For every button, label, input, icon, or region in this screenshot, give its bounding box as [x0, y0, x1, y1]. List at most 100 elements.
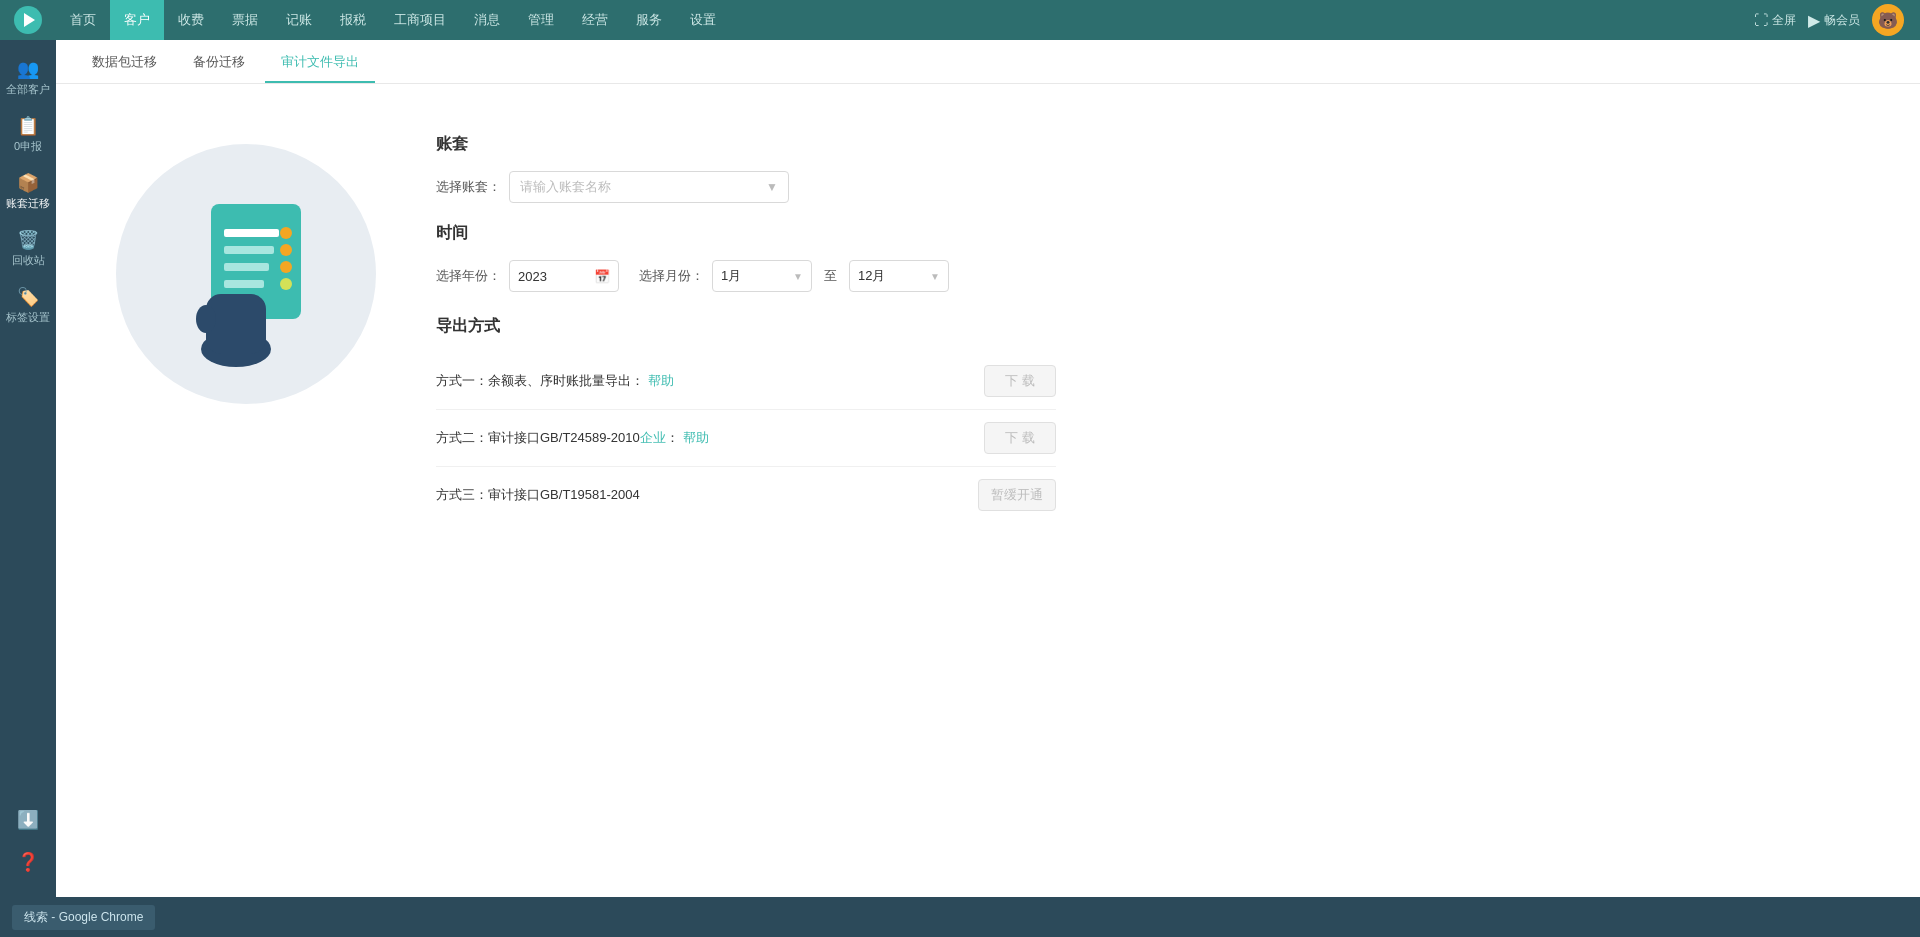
- year-value: 2023: [518, 269, 547, 284]
- tag-settings-icon: 🏷️: [17, 288, 39, 306]
- method3-vip-button[interactable]: 暂缓开通: [978, 479, 1056, 511]
- account-select[interactable]: 请输入账套名称 ▼: [509, 171, 789, 203]
- month-end-value: 12月: [858, 267, 885, 285]
- time-row: 选择年份： 2023 📅 选择月份： 1月 ▼ 至 12月 ▼: [436, 260, 1056, 292]
- nav-home[interactable]: 首页: [56, 0, 110, 40]
- sidebar-label-tag-settings: 标签设置: [6, 310, 50, 325]
- svg-rect-6: [224, 280, 264, 288]
- month-label: 选择月份：: [639, 267, 704, 285]
- method3-label: 方式三：审计接口GB/T19581-2004: [436, 487, 640, 502]
- nav-invoice[interactable]: 票据: [218, 0, 272, 40]
- section-title-account: 账套: [436, 134, 1056, 155]
- taskbar: 线索 - Google Chrome: [0, 897, 1920, 937]
- nav-operation[interactable]: 经营: [568, 0, 622, 40]
- recycle-icon: 🗑️: [17, 231, 39, 249]
- section-title-time: 时间: [436, 223, 1056, 244]
- svg-point-8: [280, 244, 292, 256]
- sidebar-item-tag-settings[interactable]: 🏷️ 标签设置: [0, 278, 56, 335]
- method1-label: 方式一：余额表、序时账批量导出：: [436, 373, 644, 388]
- nav-manage[interactable]: 管理: [514, 0, 568, 40]
- method2-help-link[interactable]: 帮助: [683, 430, 709, 445]
- fullscreen-label: 全屏: [1772, 12, 1796, 29]
- sidebar-item-zero-declaration[interactable]: 📋 0申报: [0, 107, 56, 164]
- export-method-1-text: 方式一：余额表、序时账批量导出： 帮助: [436, 372, 974, 390]
- method2-enterprise: 企业: [640, 430, 666, 445]
- sidebar-label-account-migration: 账套迁移: [6, 196, 50, 211]
- sidebar: 👥 全部客户 📋 0申报 📦 账套迁移 🗑️ 回收站 🏷️ 标签设置 ⬇️ ❓: [0, 40, 56, 897]
- sidebar-label-all-customers: 全部客户: [6, 82, 50, 97]
- method1-help-link[interactable]: 帮助: [648, 373, 674, 388]
- export-method-3: 方式三：审计接口GB/T19581-2004 暂缓开通: [436, 467, 1056, 523]
- taskbar-item-chrome[interactable]: 线索 - Google Chrome: [12, 905, 155, 930]
- nav-accounting[interactable]: 记账: [272, 0, 326, 40]
- account-placeholder: 请输入账套名称: [520, 178, 611, 196]
- calendar-icon: 📅: [594, 269, 610, 284]
- sidebar-item-account-migration[interactable]: 📦 账套迁移: [0, 164, 56, 221]
- svg-point-10: [280, 278, 292, 290]
- export-method-3-text: 方式三：审计接口GB/T19581-2004: [436, 486, 968, 504]
- nav-billing[interactable]: 收费: [164, 0, 218, 40]
- sidebar-item-recycle[interactable]: 🗑️ 回收站: [0, 221, 56, 278]
- year-label: 选择年份：: [436, 267, 501, 285]
- download-icon[interactable]: ⬇️: [9, 801, 47, 839]
- tabs-header: 数据包迁移 备份迁移 审计文件导出: [56, 40, 1920, 84]
- nav-tax[interactable]: 报税: [326, 0, 380, 40]
- nav-items: 首页 客户 收费 票据 记账 报税 工商项目 消息 管理 经营 服务 设置: [56, 0, 730, 40]
- nav-settings[interactable]: 设置: [676, 0, 730, 40]
- illustration-area: [116, 144, 376, 404]
- export-section: 导出方式 方式一：余额表、序时账批量导出： 帮助 下 载 方式二：审计接口GB/T…: [436, 316, 1056, 523]
- help-icon[interactable]: ❓: [9, 843, 47, 881]
- method1-download-button[interactable]: 下 载: [984, 365, 1056, 397]
- top-nav-right: ⛶ 全屏 ▶ 畅会员 🐻: [1754, 4, 1920, 36]
- top-nav: 首页 客户 收费 票据 记账 报税 工商项目 消息 管理 经营 服务 设置 ⛶ …: [0, 0, 1920, 40]
- method2-download-button[interactable]: 下 载: [984, 422, 1056, 454]
- member-button[interactable]: ▶ 畅会员: [1808, 11, 1860, 30]
- customers-icon: 👥: [17, 60, 39, 78]
- svg-point-9: [280, 261, 292, 273]
- sidebar-label-recycle: 回收站: [12, 253, 45, 268]
- svg-point-13: [196, 305, 216, 333]
- svg-point-7: [280, 227, 292, 239]
- avatar[interactable]: 🐻: [1872, 4, 1904, 36]
- nav-messages[interactable]: 消息: [460, 0, 514, 40]
- form-area: 账套 选择账套： 请输入账套名称 ▼ 时间 选择年份： 2023 �: [436, 124, 1056, 523]
- sidebar-item-all-customers[interactable]: 👥 全部客户: [0, 50, 56, 107]
- sidebar-bottom: ⬇️ ❓: [9, 801, 47, 897]
- zero-declaration-icon: 📋: [17, 117, 39, 135]
- method2-label: 方式二：审计接口GB/T24589-2010: [436, 430, 640, 445]
- export-method-1: 方式一：余额表、序时账批量导出： 帮助 下 载: [436, 353, 1056, 410]
- month-start-select[interactable]: 1月 ▼: [712, 260, 812, 292]
- month-end-arrow-icon: ▼: [930, 271, 940, 282]
- nav-customers[interactable]: 客户: [110, 0, 164, 40]
- svg-rect-4: [224, 246, 274, 254]
- svg-rect-3: [224, 229, 279, 237]
- month-end-select[interactable]: 12月 ▼: [849, 260, 949, 292]
- member-icon: ▶: [1808, 11, 1820, 30]
- fullscreen-button[interactable]: ⛶ 全屏: [1754, 12, 1796, 29]
- content-area: 数据包迁移 备份迁移 审计文件导出: [56, 40, 1920, 897]
- tab-backup-migration[interactable]: 备份迁移: [177, 43, 261, 83]
- illustration-circle: [116, 144, 376, 404]
- fullscreen-icon: ⛶: [1754, 12, 1768, 28]
- account-migration-icon: 📦: [17, 174, 39, 192]
- section-title-export: 导出方式: [436, 316, 1056, 337]
- tab-audit-export[interactable]: 审计文件导出: [265, 43, 375, 83]
- main-layout: 👥 全部客户 📋 0申报 📦 账套迁移 🗑️ 回收站 🏷️ 标签设置 ⬇️ ❓ …: [0, 40, 1920, 897]
- month-start-arrow-icon: ▼: [793, 271, 803, 282]
- app-logo[interactable]: [10, 2, 46, 38]
- separator: 至: [820, 267, 841, 285]
- account-label: 选择账套：: [436, 178, 501, 196]
- month-start-value: 1月: [721, 267, 741, 285]
- export-method-2-text: 方式二：审计接口GB/T24589-2010企业：帮助: [436, 429, 974, 447]
- member-label: 畅会员: [1824, 12, 1860, 29]
- nav-service[interactable]: 服务: [622, 0, 676, 40]
- nav-business[interactable]: 工商项目: [380, 0, 460, 40]
- account-arrow-icon: ▼: [766, 180, 778, 194]
- main-content: 账套 选择账套： 请输入账套名称 ▼ 时间 选择年份： 2023 �: [56, 84, 1920, 897]
- tab-data-migration[interactable]: 数据包迁移: [76, 43, 173, 83]
- year-input[interactable]: 2023 📅: [509, 260, 619, 292]
- sidebar-label-zero-declaration: 0申报: [14, 139, 42, 154]
- export-method-2: 方式二：审计接口GB/T24589-2010企业：帮助 下 载: [436, 410, 1056, 467]
- account-row: 选择账套： 请输入账套名称 ▼: [436, 171, 1056, 203]
- svg-rect-5: [224, 263, 269, 271]
